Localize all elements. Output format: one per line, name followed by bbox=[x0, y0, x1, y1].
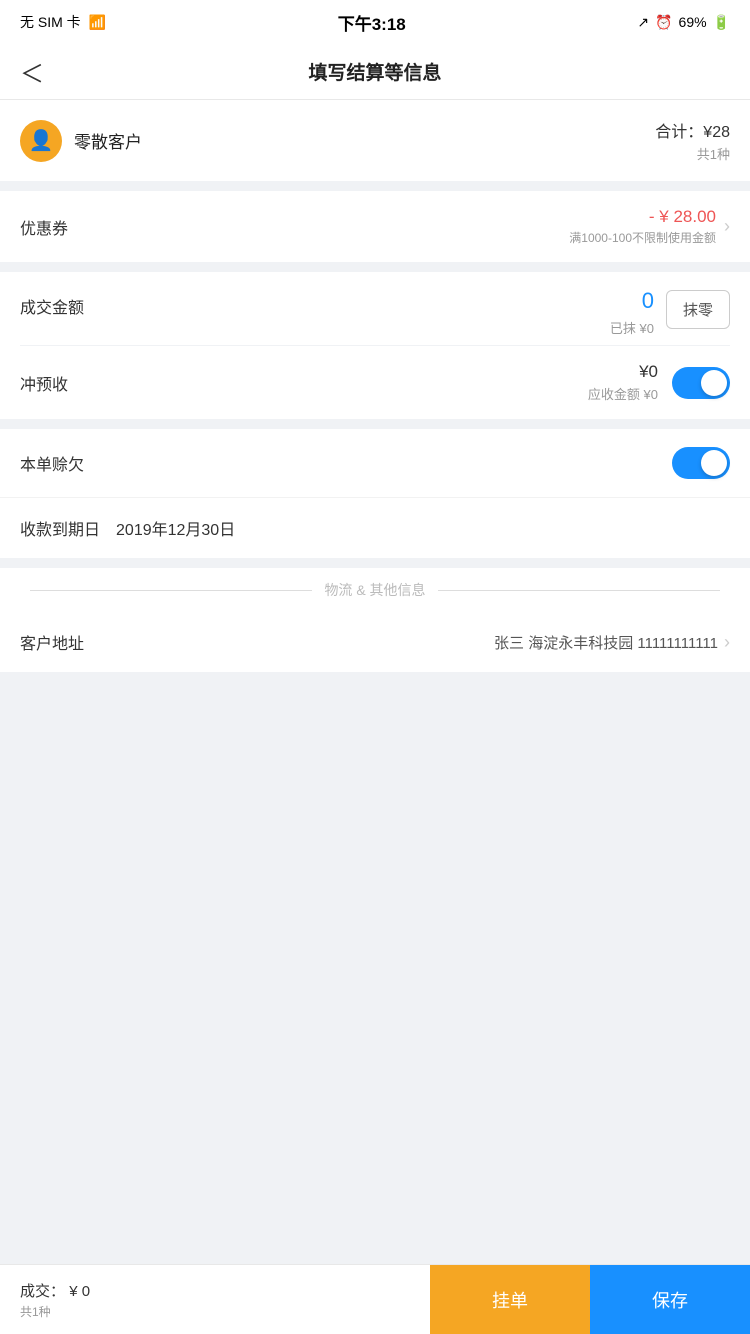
amount-label: 成交金额 bbox=[20, 288, 84, 318]
coupon-right: - ¥ 28.00 满1000-100不限制使用金额 › bbox=[569, 207, 730, 246]
location-icon: ↗ bbox=[637, 14, 649, 31]
alarm-icon: ⏰ bbox=[655, 14, 672, 31]
wifi-icon: 📶 bbox=[89, 14, 106, 31]
logistics-divider: 物流 & 其他信息 bbox=[0, 568, 750, 612]
bottom-bar: 成交： ¥ 0 共1种 挂单 保存 bbox=[0, 1264, 750, 1334]
precollect-info: ¥0 应收金额 ¥0 bbox=[588, 362, 658, 403]
bottom-info: 成交： ¥ 0 共1种 bbox=[0, 1265, 430, 1334]
chevron-right-icon: › bbox=[724, 216, 730, 237]
address-value: 张三 海淀永丰科技园 11111111111 bbox=[494, 632, 718, 653]
sim-signal: 无 SIM 卡 bbox=[20, 12, 81, 32]
bad-debt-card: 本单赊欠 收款到期日 2019年12月30日 bbox=[0, 429, 750, 558]
coupon-card[interactable]: 优惠券 - ¥ 28.00 满1000-100不限制使用金额 › bbox=[0, 191, 750, 262]
customer-left: 👤 零散客户 bbox=[20, 120, 142, 162]
avatar: 👤 bbox=[20, 120, 62, 162]
due-date: 2019年12月30日 bbox=[116, 516, 235, 540]
amount-row: 成交金额 0 已抹 ¥0 抹零 bbox=[0, 272, 750, 345]
address-card[interactable]: 客户地址 张三 海淀永丰科技园 11111111111 › bbox=[0, 612, 750, 672]
deal-amount: ¥ 0 bbox=[69, 1283, 90, 1300]
avatar-icon: 👤 bbox=[29, 128, 54, 153]
bottom-spacer bbox=[0, 672, 750, 872]
transaction-card: 成交金额 0 已抹 ¥0 抹零 冲预收 ¥0 应收金额 ¥0 bbox=[0, 272, 750, 419]
round-button[interactable]: 抹零 bbox=[666, 290, 730, 329]
total-amount: 合计：¥28 bbox=[655, 118, 730, 142]
address-chevron-icon: › bbox=[724, 632, 730, 653]
status-left: 无 SIM 卡 📶 bbox=[20, 12, 106, 32]
battery-icon: 🔋 bbox=[713, 14, 730, 31]
main-content: 👤 零散客户 合计：¥28 共1种 优惠券 - ¥ 28.00 满1000-10… bbox=[0, 100, 750, 872]
debt-label: 本单赊欠 bbox=[20, 451, 84, 475]
status-time: 下午3:18 bbox=[338, 10, 406, 35]
precollect-toggle[interactable] bbox=[672, 367, 730, 399]
section-gap bbox=[0, 558, 750, 568]
divider-text: 物流 & 其他信息 bbox=[324, 580, 425, 600]
customer-right: 合计：¥28 共1种 bbox=[655, 118, 730, 163]
coupon-info: - ¥ 28.00 满1000-100不限制使用金额 bbox=[569, 207, 716, 246]
coupon-desc: 满1000-100不限制使用金额 bbox=[569, 229, 716, 246]
debt-row: 本单赊欠 bbox=[0, 429, 750, 497]
address-right: 张三 海淀永丰科技园 11111111111 › bbox=[494, 632, 730, 653]
status-right: ↗ ⏰ 69% 🔋 bbox=[637, 14, 730, 31]
divider-line-right bbox=[438, 590, 720, 591]
battery-percent: 69% bbox=[679, 14, 707, 30]
precollect-right: ¥0 应收金额 ¥0 bbox=[588, 362, 730, 403]
address-label: 客户地址 bbox=[20, 630, 84, 654]
customer-row: 👤 零散客户 合计：¥28 共1种 bbox=[0, 100, 750, 181]
due-label: 收款到期日 bbox=[20, 516, 100, 540]
address-row[interactable]: 客户地址 张三 海淀永丰科技园 11111111111 › bbox=[0, 612, 750, 672]
coupon-discount: - ¥ 28.00 bbox=[569, 207, 716, 227]
coupon-label: 优惠券 bbox=[20, 215, 68, 239]
precollect-label: 冲预收 bbox=[20, 371, 68, 395]
bottom-count: 共1种 bbox=[20, 1303, 410, 1320]
bad-debt-toggle[interactable] bbox=[672, 447, 730, 479]
amount-value: 0 bbox=[610, 288, 654, 314]
save-button[interactable]: 保存 bbox=[590, 1265, 750, 1334]
customer-name: 零散客户 bbox=[74, 128, 142, 153]
bottom-deal: 成交： ¥ 0 bbox=[20, 1280, 410, 1301]
amount-right: 0 已抹 ¥0 抹零 bbox=[610, 288, 730, 337]
customer-card: 👤 零散客户 合计：¥28 共1种 bbox=[0, 100, 750, 181]
precollect-sub: 应收金额 ¥0 bbox=[588, 384, 658, 403]
pending-button[interactable]: 挂单 bbox=[430, 1265, 590, 1334]
nav-bar: ＜ 填写结算等信息 bbox=[0, 44, 750, 100]
due-row: 收款到期日 2019年12月30日 bbox=[0, 497, 750, 558]
precollect-row: 冲预收 ¥0 应收金额 ¥0 bbox=[0, 346, 750, 419]
back-button[interactable]: ＜ bbox=[20, 54, 44, 89]
amount-sub: 已抹 ¥0 bbox=[610, 318, 654, 337]
coupon-row[interactable]: 优惠券 - ¥ 28.00 满1000-100不限制使用金额 › bbox=[0, 191, 750, 262]
precollect-amount: ¥0 bbox=[588, 362, 658, 382]
page-title: 填写结算等信息 bbox=[308, 58, 441, 85]
deal-label: 成交： bbox=[20, 1283, 65, 1300]
status-bar: 无 SIM 卡 📶 下午3:18 ↗ ⏰ 69% 🔋 bbox=[0, 0, 750, 44]
divider-line-left bbox=[30, 590, 312, 591]
amount-value-wrap: 0 已抹 ¥0 bbox=[610, 288, 654, 337]
total-count: 共1种 bbox=[655, 144, 730, 163]
